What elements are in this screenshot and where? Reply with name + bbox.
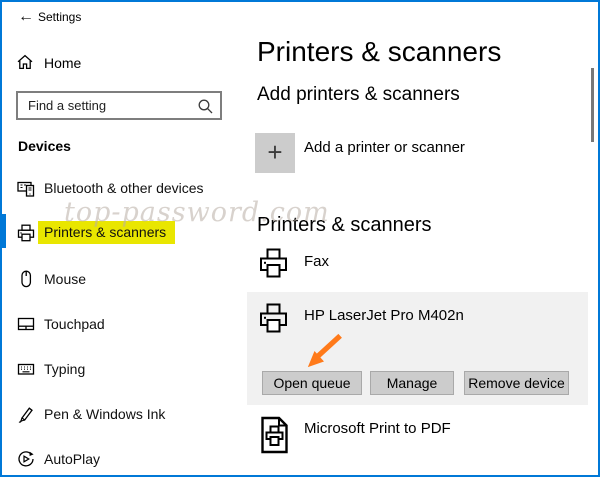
annotation-arrow-icon [301,332,347,370]
sidebar-section-header: Devices [18,138,71,154]
sidebar-item-label: Touchpad [44,316,105,332]
add-section-header: Add printers & scanners [257,84,460,106]
window-title: Settings [38,10,81,24]
remove-device-button[interactable]: Remove device [464,371,569,395]
devices-icon [17,179,35,197]
open-queue-button[interactable]: Open queue [262,371,362,395]
sidebar-item-home[interactable]: Home [2,50,234,78]
device-row-fax[interactable]: Fax [247,245,588,289]
search-input[interactable] [18,93,220,118]
autoplay-icon [17,450,35,468]
sidebar-item-label: Printers & scanners [38,221,175,244]
back-button[interactable]: ← [14,6,38,28]
sidebar-item-label: Bluetooth & other devices [44,180,204,196]
sidebar-item-label: Typing [44,361,85,377]
device-name: HP LaserJet Pro M402n [304,307,464,324]
scrollbar-thumb[interactable] [591,68,594,142]
sidebar-item-printers[interactable]: Printers & scanners [2,215,234,251]
back-arrow-icon: ← [18,8,34,25]
sidebar-item-label: Home [44,55,81,71]
home-icon [16,53,34,71]
keyboard-icon [17,360,35,378]
sidebar-item-autoplay[interactable]: AutoPlay [2,441,234,477]
printer-icon [259,248,288,279]
sidebar-item-typing[interactable]: Typing [2,351,234,387]
pen-icon [17,405,35,423]
content-pane: Printers & scanners Add printers & scann… [234,2,598,475]
add-printer-label: Add a printer or scanner [304,139,465,156]
printer-icon [17,224,35,242]
search-icon [197,98,214,115]
add-printer-button[interactable]: + Add a printer or scanner [255,133,565,173]
device-name: Microsoft Print to PDF [304,420,451,437]
device-row-hp-laserjet[interactable]: HP LaserJet Pro M402n Open queue Manage … [247,292,588,405]
mouse-icon [17,270,35,288]
manage-button[interactable]: Manage [370,371,454,395]
printer-icon [259,303,288,334]
settings-window: top-password.com ← Settings Home [0,0,600,477]
touchpad-icon [17,315,35,333]
device-row-print-to-pdf[interactable]: Microsoft Print to PDF [247,410,588,460]
sidebar-item-bluetooth[interactable]: Bluetooth & other devices [2,170,234,206]
sidebar: Home Devices Bluetooth & other devices P… [2,32,234,475]
sidebar-item-label: AutoPlay [44,451,100,467]
sidebar-item-label: Mouse [44,271,86,287]
sidebar-item-pen[interactable]: Pen & Windows Ink [2,396,234,432]
page-title: Printers & scanners [257,36,501,68]
sidebar-item-mouse[interactable]: Mouse [2,261,234,297]
sidebar-item-touchpad[interactable]: Touchpad [2,306,234,342]
selected-accent-bar [2,214,6,248]
device-name: Fax [304,253,329,270]
plus-icon: + [255,133,295,173]
search-box [16,91,222,120]
pdf-printer-icon [259,416,290,454]
sidebar-item-label: Pen & Windows Ink [44,406,165,422]
printers-section-header: Printers & scanners [257,214,432,237]
